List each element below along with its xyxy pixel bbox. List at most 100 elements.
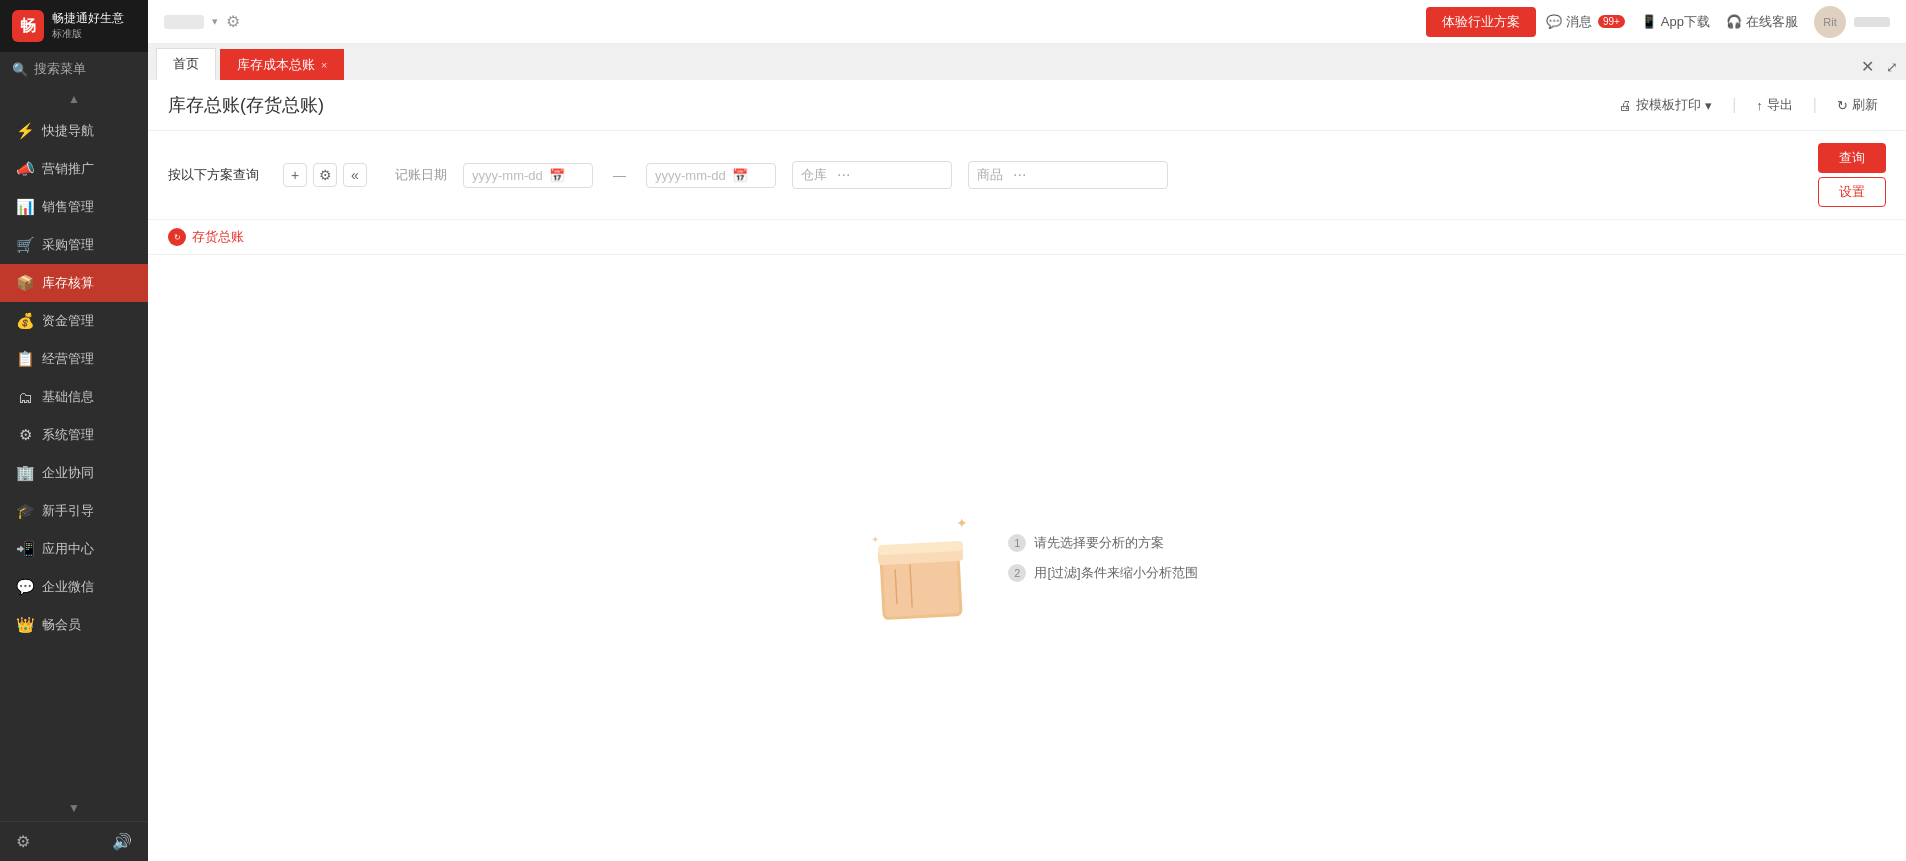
quick-nav-icon: ⚡	[16, 122, 34, 140]
search-label: 搜索菜单	[34, 60, 86, 78]
tab-close-icon[interactable]: ×	[321, 59, 327, 71]
sidebar-item-app-center[interactable]: 📲 应用中心	[0, 530, 148, 568]
chevron-down-icon[interactable]: ▾	[212, 15, 218, 28]
sidebar-nav: ⚡ 快捷导航 📣 营销推广 📊 销售管理 🛒 采购管理 📦 库存核算 💰 资金管…	[0, 112, 148, 795]
message-label: 消息	[1566, 13, 1592, 31]
user-avatar: Rit	[1814, 6, 1846, 38]
sidebar-item-operations[interactable]: 📋 经营管理	[0, 340, 148, 378]
scroll-down-icon[interactable]: ▼	[64, 797, 84, 819]
topbar-right: 💬 消息 99+ 📱 App下载 🎧 在线客服 Rit	[1546, 6, 1890, 38]
goods-filter[interactable]: 商品 ···	[968, 161, 1168, 189]
empty-svg: ✦ ✦	[856, 498, 986, 628]
plus-icon: +	[291, 167, 299, 183]
export-label: 导出	[1767, 96, 1793, 114]
close-panel-icon[interactable]: ✕	[1853, 53, 1882, 80]
sidebar-item-marketing[interactable]: 📣 营销推广	[0, 150, 148, 188]
scheme-area: ↻ 存货总账	[148, 220, 1906, 255]
goods-more-icon[interactable]: ···	[1009, 166, 1030, 184]
filter-settings-button[interactable]: ⚙	[313, 163, 337, 187]
sidebar-item-label: 系统管理	[42, 426, 94, 444]
sidebar-item-onboarding[interactable]: 🎓 新手引导	[0, 492, 148, 530]
refresh-icon: ↻	[1837, 98, 1848, 113]
breadcrumb	[164, 15, 204, 29]
online-service-button[interactable]: 🎧 在线客服	[1726, 13, 1798, 31]
app-download-button[interactable]: 📱 App下载	[1641, 13, 1710, 31]
sidebar-item-label: 库存核算	[42, 274, 94, 292]
app-badge: 标准版	[52, 27, 124, 41]
app-center-icon: 📲	[16, 540, 34, 558]
date-start-input[interactable]: yyyy-mm-dd 📅	[463, 163, 593, 188]
app-download-label: App下载	[1661, 13, 1710, 31]
svg-text:↻: ↻	[174, 233, 181, 242]
date-end-placeholder: yyyy-mm-dd	[655, 168, 726, 183]
page-title: 库存总账(存货总账)	[168, 93, 324, 117]
scroll-up-icon[interactable]: ▲	[64, 88, 84, 110]
action-divider-2: |	[1813, 96, 1817, 114]
sidebar-item-member[interactable]: 👑 畅会员	[0, 606, 148, 644]
page-content: 库存总账(存货总账) 🖨 按模板打印 ▾ | ↑ 导出 | ↻ 刷新	[148, 80, 1906, 861]
sidebar-item-sales[interactable]: 📊 销售管理	[0, 188, 148, 226]
user-name-text: Rit	[1823, 16, 1836, 28]
system-icon: ⚙	[16, 426, 34, 444]
calendar-icon: 📅	[549, 168, 565, 183]
sidebar-item-label: 经营管理	[42, 350, 94, 368]
export-button[interactable]: ↑ 导出	[1748, 92, 1801, 118]
svg-text:✦: ✦	[956, 515, 968, 531]
sidebar-item-label: 营销推广	[42, 160, 94, 178]
filter-add-button[interactable]: +	[283, 163, 307, 187]
print-chevron-icon: ▾	[1705, 98, 1712, 113]
topbar: ▾ ⚙ 体验行业方案 💬 消息 99+ 📱 App下载 🎧 在线客服 Rit	[148, 0, 1906, 44]
sidebar-item-wechat[interactable]: 💬 企业微信	[0, 568, 148, 606]
home-tab-label: 首页	[173, 56, 199, 71]
sidebar-item-system[interactable]: ⚙ 系统管理	[0, 416, 148, 454]
sidebar-item-label: 销售管理	[42, 198, 94, 216]
message-icon: 💬	[1546, 14, 1562, 29]
filter-collapse-button[interactable]: «	[343, 163, 367, 187]
sidebar-item-label: 新手引导	[42, 502, 94, 520]
sidebar-item-finance[interactable]: 💰 资金管理	[0, 302, 148, 340]
tab-inventory-ledger[interactable]: 库存成本总账 ×	[220, 49, 344, 80]
tab-home[interactable]: 首页	[156, 48, 216, 80]
sidebar-item-label: 应用中心	[42, 540, 94, 558]
inventory-icon: 📦	[16, 274, 34, 292]
print-template-button[interactable]: 🖨 按模板打印 ▾	[1611, 92, 1720, 118]
hint-item-1: 1 请先选择要分析的方案	[1008, 534, 1197, 552]
sidebar-item-enterprise[interactable]: 🏢 企业协同	[0, 454, 148, 492]
hint-text-1: 请先选择要分析的方案	[1034, 534, 1164, 552]
expand-icon[interactable]: ⤢	[1886, 59, 1898, 75]
enterprise-icon: 🏢	[16, 464, 34, 482]
search-menu[interactable]: 🔍 搜索菜单	[0, 52, 148, 86]
sidebar-item-inventory[interactable]: 📦 库存核算	[0, 264, 148, 302]
bottom-settings-icon[interactable]: ⚙	[16, 832, 30, 851]
sidebar-item-quick-nav[interactable]: ⚡ 快捷导航	[0, 112, 148, 150]
onboarding-icon: 🎓	[16, 502, 34, 520]
empty-state: ✦ ✦ 1 请先选择要分析的方案 2 用[过滤]条件来缩小分析范围	[148, 255, 1906, 861]
print-label: 按模板打印	[1636, 96, 1701, 114]
trial-button[interactable]: 体验行业方案	[1426, 7, 1536, 37]
wechat-icon: 💬	[16, 578, 34, 596]
sidebar-item-label: 快捷导航	[42, 122, 94, 140]
bottom-audio-icon[interactable]: 🔊	[112, 832, 132, 851]
hint-num-2: 2	[1008, 564, 1026, 582]
online-service-label: 在线客服	[1746, 13, 1798, 31]
filter-area: 按以下方案查询 + ⚙ « 记账日期 yyyy-mm-dd 📅	[148, 131, 1906, 220]
sidebar-item-label: 企业微信	[42, 578, 94, 596]
warehouse-more-icon[interactable]: ···	[833, 166, 854, 184]
query-button[interactable]: 查询	[1818, 143, 1886, 173]
main-area: ▾ ⚙ 体验行业方案 💬 消息 99+ 📱 App下载 🎧 在线客服 Rit	[148, 0, 1906, 861]
refresh-button[interactable]: ↻ 刷新	[1829, 92, 1886, 118]
sidebar-item-purchase[interactable]: 🛒 采购管理	[0, 226, 148, 264]
active-tab-label: 库存成本总账	[237, 56, 315, 74]
user-menu[interactable]: Rit	[1814, 6, 1890, 38]
message-button[interactable]: 💬 消息 99+	[1546, 13, 1625, 31]
base-info-icon: 🗂	[16, 389, 34, 406]
date-end-input[interactable]: yyyy-mm-dd 📅	[646, 163, 776, 188]
topbar-gear-icon[interactable]: ⚙	[226, 12, 240, 31]
settings-button[interactable]: 设置	[1818, 177, 1886, 207]
sidebar-item-base-info[interactable]: 🗂 基础信息	[0, 378, 148, 416]
hint-text-2: 用[过滤]条件来缩小分析范围	[1034, 564, 1197, 582]
sidebar-logo: 畅 畅捷通好生意 标准版	[0, 0, 148, 52]
marketing-icon: 📣	[16, 160, 34, 178]
warehouse-filter[interactable]: 仓库 ···	[792, 161, 952, 189]
scheme-item-inventory[interactable]: ↻ 存货总账	[168, 228, 244, 246]
